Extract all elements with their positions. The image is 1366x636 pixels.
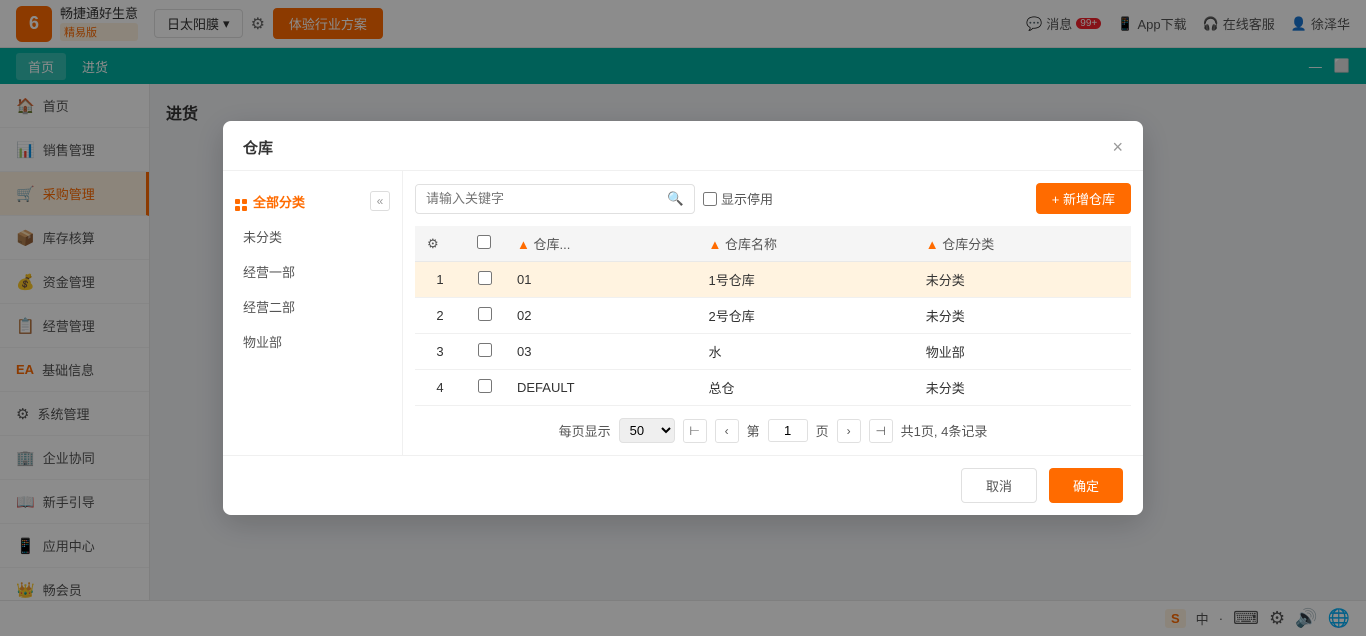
page-input[interactable] xyxy=(768,419,808,442)
row-code: 02 xyxy=(505,298,697,334)
cancel-button[interactable]: 取消 xyxy=(961,468,1037,503)
table-header-row: ⚙ ▲ 仓库... ▲ 仓库名称 xyxy=(415,226,1131,262)
category-item-3[interactable]: 物业部 xyxy=(223,324,402,359)
row-check[interactable] xyxy=(465,334,505,370)
row-name: 1号仓库 xyxy=(697,262,914,298)
show-disabled-text: 显示停用 xyxy=(721,189,773,208)
first-page-button[interactable]: ⊢ xyxy=(683,419,707,443)
sort-cat-icon: ▲ xyxy=(926,237,939,252)
row-num: 2 xyxy=(415,298,465,334)
col-header-name: ▲ 仓库名称 xyxy=(697,226,914,262)
table-row[interactable]: 2 02 2号仓库 未分类 xyxy=(415,298,1131,334)
modal-header: 仓库 × xyxy=(223,121,1143,171)
row-num: 1 xyxy=(415,262,465,298)
row-checkbox[interactable] xyxy=(478,271,492,285)
table-row[interactable]: 1 01 1号仓库 未分类 xyxy=(415,262,1131,298)
sort-icon: ▲ xyxy=(517,237,530,252)
last-page-button[interactable]: ⊣ xyxy=(869,419,893,443)
row-category: 未分类 xyxy=(914,370,1131,406)
show-disabled-label[interactable]: 显示停用 xyxy=(703,189,773,208)
page-label: 第 xyxy=(747,421,760,440)
row-category: 未分类 xyxy=(914,298,1131,334)
total-info: 共1页, 4条记录 xyxy=(901,421,988,440)
category-dots-icon xyxy=(235,192,247,211)
row-num: 4 xyxy=(415,370,465,406)
row-category: 物业部 xyxy=(914,334,1131,370)
col-header-check xyxy=(465,226,505,262)
table-toolbar: 🔍 显示停用 + 新增仓库 xyxy=(415,183,1131,214)
table-row[interactable]: 4 DEFAULT 总仓 未分类 xyxy=(415,370,1131,406)
show-disabled-checkbox[interactable] xyxy=(703,192,717,206)
page-unit: 页 xyxy=(816,421,829,440)
col-header-setting: ⚙ xyxy=(415,226,465,262)
modal-title: 仓库 xyxy=(243,137,273,158)
row-checkbox[interactable] xyxy=(478,343,492,357)
modal-footer: 取消 确定 xyxy=(223,455,1143,515)
row-num: 3 xyxy=(415,334,465,370)
category-panel: 全部分类 « 未分类 经营一部 经营二部 物业部 xyxy=(223,171,403,455)
row-name: 2号仓库 xyxy=(697,298,914,334)
pagination-area: 每页显示 10 20 50 100 ⊢ ‹ 第 页 › ⊣ 共1页, 4条记录 xyxy=(415,406,1131,443)
search-button[interactable]: 🔍 xyxy=(657,185,694,213)
row-checkbox[interactable] xyxy=(478,307,492,321)
modal-body: 全部分类 « 未分类 经营一部 经营二部 物业部 🔍 xyxy=(223,171,1143,455)
warehouse-table: ⚙ ▲ 仓库... ▲ 仓库名称 xyxy=(415,226,1131,406)
prev-page-button[interactable]: ‹ xyxy=(715,419,739,443)
category-item-2[interactable]: 经营二部 xyxy=(223,289,402,324)
category-item-0[interactable]: 未分类 xyxy=(223,219,402,254)
sort-name-icon: ▲ xyxy=(709,237,722,252)
per-page-select[interactable]: 10 20 50 100 xyxy=(619,418,675,443)
table-row[interactable]: 3 03 水 物业部 xyxy=(415,334,1131,370)
row-name: 总仓 xyxy=(697,370,914,406)
select-all-checkbox[interactable] xyxy=(477,235,491,249)
search-input[interactable] xyxy=(416,185,657,212)
next-page-button[interactable]: › xyxy=(837,419,861,443)
all-categories-title: 全部分类 xyxy=(235,192,305,211)
row-check[interactable] xyxy=(465,370,505,406)
row-code: DEFAULT xyxy=(505,370,697,406)
row-category: 未分类 xyxy=(914,262,1131,298)
all-categories-label: 全部分类 xyxy=(253,192,305,211)
col-header-code: ▲ 仓库... xyxy=(505,226,697,262)
collapse-button[interactable]: « xyxy=(370,191,390,211)
col-header-category: ▲ 仓库分类 xyxy=(914,226,1131,262)
all-categories-header[interactable]: 全部分类 « xyxy=(223,183,402,219)
search-box: 🔍 xyxy=(415,184,695,214)
row-checkbox[interactable] xyxy=(478,379,492,393)
add-warehouse-button[interactable]: + 新增仓库 xyxy=(1036,183,1131,214)
table-panel: 🔍 显示停用 + 新增仓库 ⚙ xyxy=(403,171,1143,455)
per-page-label: 每页显示 xyxy=(559,421,611,440)
warehouse-modal: 仓库 × 全部分类 « 未分类 xyxy=(223,121,1143,515)
row-name: 水 xyxy=(697,334,914,370)
row-check[interactable] xyxy=(465,262,505,298)
category-item-1[interactable]: 经营一部 xyxy=(223,254,402,289)
row-check[interactable] xyxy=(465,298,505,334)
row-code: 01 xyxy=(505,262,697,298)
row-code: 03 xyxy=(505,334,697,370)
modal-overlay[interactable]: 仓库 × 全部分类 « 未分类 xyxy=(0,0,1366,636)
modal-close-button[interactable]: × xyxy=(1112,137,1123,158)
confirm-button[interactable]: 确定 xyxy=(1049,468,1123,503)
